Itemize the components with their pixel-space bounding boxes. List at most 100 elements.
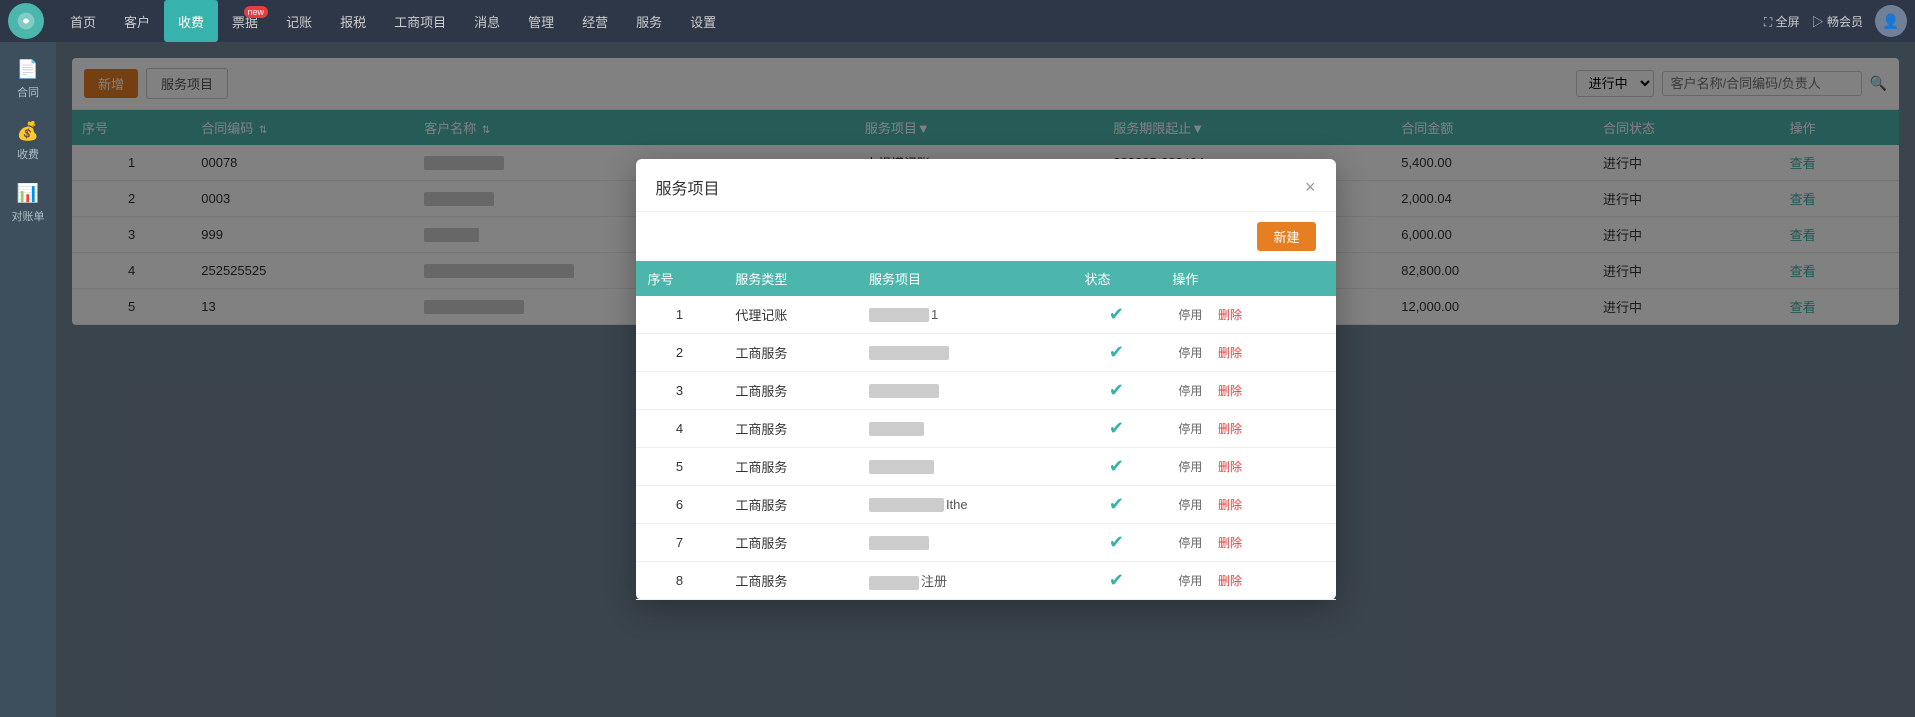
nav-baoshui[interactable]: 报税	[326, 0, 380, 42]
piao-badge: new	[244, 6, 269, 18]
modal-close-button[interactable]: ×	[1305, 178, 1316, 196]
nav-shoukuan[interactable]: 收费	[164, 0, 218, 42]
delete-button[interactable]: 删除	[1212, 494, 1248, 515]
modal-cell-item	[857, 524, 1073, 562]
modal-overlay: 服务项目 × 新建 序号 服务类型 服务项目 状态	[56, 42, 1915, 717]
stop-button[interactable]: 停用	[1172, 342, 1208, 363]
modal-cell-action: 停用 删除	[1160, 372, 1335, 410]
nav-piao[interactable]: 票据 new	[218, 0, 272, 42]
modal-table-row: 3 工商服务 ✔ 停用 删除	[636, 372, 1336, 410]
modal-cell-status: ✔	[1073, 410, 1161, 448]
modal-cell-item: 注册	[857, 562, 1073, 600]
stop-button[interactable]: 停用	[1172, 532, 1208, 553]
fullscreen-btn[interactable]: ⛶ 全屏	[1764, 13, 1800, 30]
stop-button[interactable]: 停用	[1172, 570, 1208, 591]
modal-cell-status: ✔	[1073, 372, 1161, 410]
status-check-icon: ✔	[1109, 304, 1124, 324]
sidebar: 📄 合同 💰 收费 📊 对账单	[0, 42, 56, 717]
status-check-icon: ✔	[1109, 456, 1124, 476]
nav-guanli[interactable]: 管理	[514, 0, 568, 42]
modal-cell-action: 停用 删除	[1160, 486, 1335, 524]
delete-button[interactable]: 删除	[1212, 342, 1248, 363]
modal-col-seq: 序号	[636, 261, 724, 296]
modal-cell-seq: 1	[636, 296, 724, 334]
nav-shezhi[interactable]: 设置	[676, 0, 730, 42]
modal-cell-status: ✔	[1073, 486, 1161, 524]
status-check-icon: ✔	[1109, 380, 1124, 400]
nav-xiaoxi[interactable]: 消息	[460, 0, 514, 42]
modal-table-row: 1 代理记账 1 ✔ 停用 删除	[636, 296, 1336, 334]
modal-cell-seq: 4	[636, 410, 724, 448]
modal-cell-action: 停用 删除	[1160, 296, 1335, 334]
nav-fuwu[interactable]: 服务	[622, 0, 676, 42]
nav-gongshang[interactable]: 工商项目	[380, 0, 460, 42]
top-nav: 首页 客户 收费 票据 new 记账 报税 工商项目 消息 管理 经营 服务 设…	[0, 0, 1915, 42]
stop-button[interactable]: 停用	[1172, 380, 1208, 401]
nav-jizhang[interactable]: 记账	[272, 0, 326, 42]
modal-cell-status: ✔	[1073, 296, 1161, 334]
member-btn[interactable]: ▷ 畅会员	[1812, 13, 1863, 30]
modal-cell-type: 工商服务	[723, 334, 857, 372]
modal-cell-type: 工商服务	[723, 372, 857, 410]
modal-cell-action: 停用 删除	[1160, 524, 1335, 562]
stop-button[interactable]: 停用	[1172, 304, 1208, 325]
nav-home[interactable]: 首页	[56, 0, 110, 42]
nav-customer[interactable]: 客户	[110, 0, 164, 42]
sidebar-label-duizhang: 对账单	[12, 208, 45, 224]
modal-cell-type: 工商服务	[723, 448, 857, 486]
delete-button[interactable]: 删除	[1212, 418, 1248, 439]
modal-cell-type: 工商服务	[723, 562, 857, 600]
service-items-table: 序号 服务类型 服务项目 状态 操作 1 代理记账 1 ✔	[636, 261, 1336, 600]
modal-cell-action: 停用 删除	[1160, 334, 1335, 372]
modal-cell-seq: 7	[636, 524, 724, 562]
modal-cell-status: ✔	[1073, 524, 1161, 562]
status-check-icon: ✔	[1109, 494, 1124, 514]
hetong-icon: 📄	[17, 58, 39, 80]
modal-cell-seq: 3	[636, 372, 724, 410]
modal-col-item: 服务项目	[857, 261, 1073, 296]
modal-toolbar: 新建	[636, 212, 1336, 261]
delete-button[interactable]: 删除	[1212, 456, 1248, 477]
modal-cell-action: 停用 删除	[1160, 410, 1335, 448]
modal-table-row: 2 工商服务 ✔ 停用 删除	[636, 334, 1336, 372]
status-check-icon: ✔	[1109, 342, 1124, 362]
sidebar-label-shoukuan: 收费	[17, 146, 39, 162]
modal-cell-seq: 6	[636, 486, 724, 524]
modal-cell-action: 停用 删除	[1160, 448, 1335, 486]
modal-cell-type: 工商服务	[723, 486, 857, 524]
nav-jingying[interactable]: 经营	[568, 0, 622, 42]
modal-cell-status: ✔	[1073, 562, 1161, 600]
stop-button[interactable]: 停用	[1172, 456, 1208, 477]
modal-cell-status: ✔	[1073, 334, 1161, 372]
modal-cell-item: 1	[857, 296, 1073, 334]
delete-button[interactable]: 删除	[1212, 380, 1248, 401]
modal-title: 服务项目	[656, 175, 720, 199]
modal-cell-item	[857, 448, 1073, 486]
modal-table-row: 5 工商服务 ✔ 停用 删除	[636, 448, 1336, 486]
stop-button[interactable]: 停用	[1172, 418, 1208, 439]
modal-col-status: 状态	[1073, 261, 1161, 296]
modal-cell-seq: 8	[636, 562, 724, 600]
modal-table-row: 4 工商服务 ✔ 停用 删除	[636, 410, 1336, 448]
sidebar-item-hetong[interactable]: 📄 合同	[3, 50, 53, 108]
modal-cell-status: ✔	[1073, 448, 1161, 486]
avatar[interactable]: 👤	[1875, 5, 1907, 37]
modal-cell-item: Ithe	[857, 486, 1073, 524]
status-check-icon: ✔	[1109, 532, 1124, 552]
top-nav-right: ⛶ 全屏 ▷ 畅会员 👤	[1764, 5, 1907, 37]
modal-cell-type: 代理记账	[723, 296, 857, 334]
sidebar-item-duizhang[interactable]: 📊 对账单	[3, 174, 53, 232]
modal-table-row: 6 工商服务 Ithe ✔ 停用 删除	[636, 486, 1336, 524]
modal-col-action: 操作	[1160, 261, 1335, 296]
delete-button[interactable]: 删除	[1212, 532, 1248, 553]
status-check-icon: ✔	[1109, 418, 1124, 438]
modal-body[interactable]: 序号 服务类型 服务项目 状态 操作 1 代理记账 1 ✔	[636, 261, 1336, 600]
sidebar-item-shoukuan[interactable]: 💰 收费	[3, 112, 53, 170]
modal-cell-type: 工商服务	[723, 410, 857, 448]
delete-button[interactable]: 删除	[1212, 570, 1248, 591]
shoukuan-icon: 💰	[17, 120, 39, 142]
modal-cell-seq: 2	[636, 334, 724, 372]
stop-button[interactable]: 停用	[1172, 494, 1208, 515]
modal-new-button[interactable]: 新建	[1257, 222, 1315, 251]
delete-button[interactable]: 删除	[1212, 304, 1248, 325]
